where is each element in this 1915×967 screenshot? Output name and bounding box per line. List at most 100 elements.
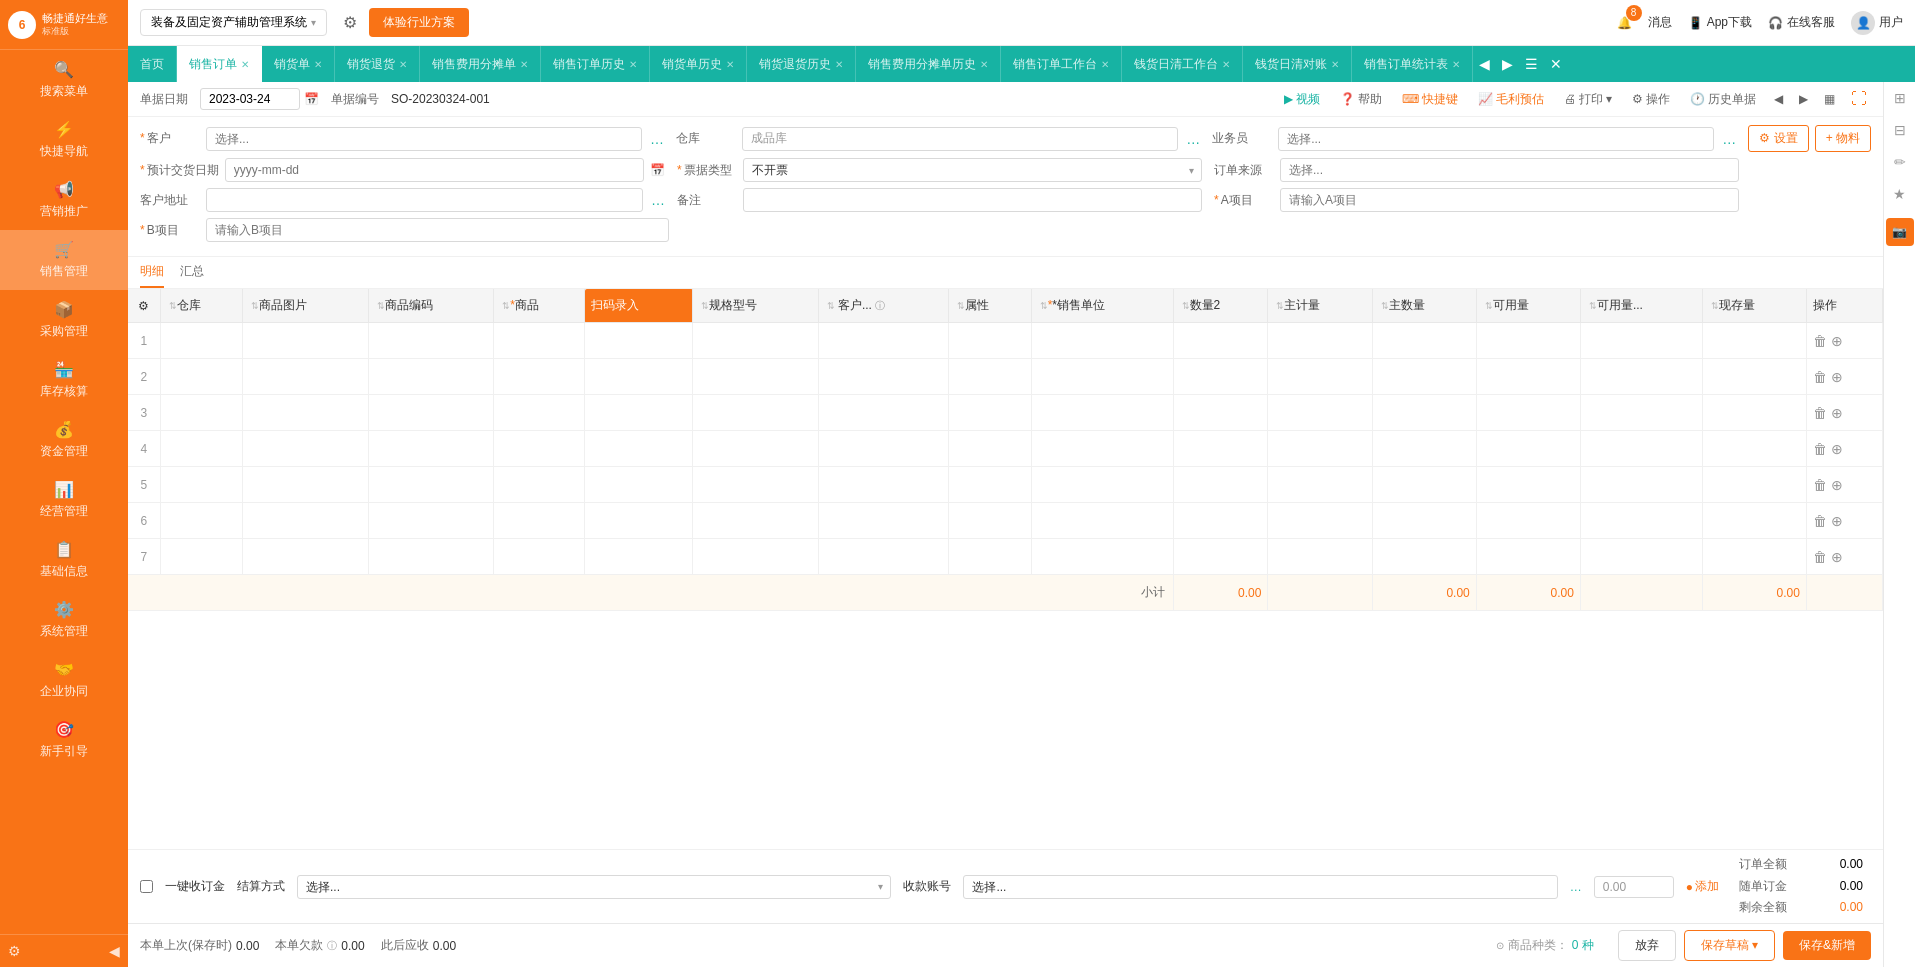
add-payment-btn[interactable]: ● 添加 <box>1686 878 1719 895</box>
row-warehouse[interactable] <box>160 467 243 503</box>
tab-prev-btn[interactable]: ◀ <box>1473 46 1496 82</box>
row-customer-code[interactable] <box>818 467 948 503</box>
right-panel-minus-icon[interactable]: ⊟ <box>1894 122 1906 138</box>
row-avail-qty[interactable] <box>1476 539 1580 575</box>
row-copy-icon[interactable]: ⊕ <box>1831 441 1843 457</box>
goods-count-value[interactable]: 0 种 <box>1572 937 1594 954</box>
one-click-checkbox[interactable] <box>140 880 153 893</box>
a-project-input[interactable] <box>1280 188 1739 212</box>
tab-close-icon[interactable]: ✕ <box>835 59 843 70</box>
row-code[interactable] <box>368 503 493 539</box>
row-warehouse[interactable] <box>160 503 243 539</box>
tab-sales-stat[interactable]: 销售订单统计表 ✕ <box>1352 46 1473 82</box>
row-qty2[interactable] <box>1173 431 1268 467</box>
right-panel-star-icon[interactable]: ★ <box>1893 186 1906 202</box>
tab-close-icon[interactable]: ✕ <box>314 59 322 70</box>
row-avail-qty[interactable] <box>1476 359 1580 395</box>
row-goods[interactable] <box>494 395 585 431</box>
tab-close-icon[interactable]: ✕ <box>629 59 637 70</box>
payment-method-select[interactable]: 选择... <box>297 875 891 899</box>
sidebar-item-sales[interactable]: 🛒 销售管理 <box>0 230 128 290</box>
row-avail-qty[interactable] <box>1476 395 1580 431</box>
row-main-unit[interactable] <box>1268 395 1372 431</box>
tab-sales-expense-hist[interactable]: 销售费用分摊单历史 ✕ <box>856 46 1001 82</box>
row-sales-unit[interactable] <box>1031 431 1173 467</box>
row-code[interactable] <box>368 359 493 395</box>
row-main-qty[interactable] <box>1372 323 1476 359</box>
print-btn[interactable]: 🖨 打印 ▾ <box>1558 89 1618 110</box>
tab-close-icon[interactable]: ✕ <box>399 59 407 70</box>
row-goods[interactable] <box>494 323 585 359</box>
view-btn[interactable]: ▶ 视频 <box>1278 89 1326 110</box>
payment-amount-input[interactable] <box>1594 876 1674 898</box>
row-qty2[interactable] <box>1173 467 1268 503</box>
row-code[interactable] <box>368 395 493 431</box>
row-image[interactable] <box>243 503 368 539</box>
tab-close-icon[interactable]: ✕ <box>1331 59 1339 70</box>
tab-sales-order[interactable]: 销售订单 ✕ <box>177 46 262 82</box>
row-image[interactable] <box>243 359 368 395</box>
note-input[interactable] <box>743 188 1202 212</box>
sidebar-item-inventory[interactable]: 🏪 库存核算 <box>0 350 128 410</box>
row-attr[interactable] <box>948 359 1031 395</box>
fullscreen-icon[interactable]: ⛶ <box>1847 90 1871 108</box>
sub-tab-detail[interactable]: 明细 <box>140 257 164 288</box>
row-copy-icon[interactable]: ⊕ <box>1831 333 1843 349</box>
row-delete-icon[interactable]: 🗑 <box>1813 477 1827 493</box>
row-spec[interactable] <box>693 503 818 539</box>
sidebar-collapse-icon[interactable]: ◀ <box>109 943 120 959</box>
row-delete-icon[interactable]: 🗑 <box>1813 549 1827 565</box>
row-qty2[interactable] <box>1173 359 1268 395</box>
row-sales-unit[interactable] <box>1031 539 1173 575</box>
row-image[interactable] <box>243 539 368 575</box>
row-qty2[interactable] <box>1173 539 1268 575</box>
warehouse-more-icon[interactable]: … <box>1186 131 1200 147</box>
row-image[interactable] <box>243 395 368 431</box>
right-panel-edit-icon[interactable]: ✏ <box>1894 154 1906 170</box>
row-avail-qty[interactable] <box>1476 431 1580 467</box>
row-code[interactable] <box>368 467 493 503</box>
tab-cash-reconcile[interactable]: 钱货日清对账 ✕ <box>1243 46 1352 82</box>
save-draft-button[interactable]: 保存草稿 ▾ <box>1684 930 1775 961</box>
row-attr[interactable] <box>948 503 1031 539</box>
add-goods-button[interactable]: + 物料 <box>1815 125 1871 152</box>
sub-tab-summary[interactable]: 汇总 <box>180 257 204 288</box>
tab-cash-daily[interactable]: 钱货日清工作台 ✕ <box>1122 46 1243 82</box>
row-avail-more[interactable] <box>1580 431 1702 467</box>
row-stock-qty[interactable] <box>1702 503 1806 539</box>
row-customer-code[interactable] <box>818 431 948 467</box>
row-attr[interactable] <box>948 467 1031 503</box>
b-project-input[interactable] <box>206 218 669 242</box>
save-new-button[interactable]: 保存&新增 <box>1783 931 1871 960</box>
row-sales-unit[interactable] <box>1031 467 1173 503</box>
row-spec[interactable] <box>693 323 818 359</box>
row-customer-code[interactable] <box>818 359 948 395</box>
row-avail-more[interactable] <box>1580 359 1702 395</box>
row-warehouse[interactable] <box>160 323 243 359</box>
row-avail-more[interactable] <box>1580 467 1702 503</box>
row-spec[interactable] <box>693 467 818 503</box>
row-main-unit[interactable] <box>1268 431 1372 467</box>
message-item[interactable]: 🔔 8 消息 <box>1617 14 1672 31</box>
row-delete-icon[interactable]: 🗑 <box>1813 405 1827 421</box>
right-panel-camera-icon[interactable]: 📷 <box>1886 218 1914 246</box>
row-delete-icon[interactable]: 🗑 <box>1813 369 1827 385</box>
sidebar-settings-icon[interactable]: ⚙ <box>8 943 21 959</box>
row-delete-icon[interactable]: 🗑 <box>1813 513 1827 529</box>
row-customer-code[interactable] <box>818 323 948 359</box>
row-copy-icon[interactable]: ⊕ <box>1831 513 1843 529</box>
row-sales-unit[interactable] <box>1031 503 1173 539</box>
tab-close-icon[interactable]: ✕ <box>520 59 528 70</box>
row-qty2[interactable] <box>1173 395 1268 431</box>
row-spec[interactable] <box>693 431 818 467</box>
address-input[interactable] <box>206 188 643 212</box>
row-avail-qty[interactable] <box>1476 323 1580 359</box>
solution-button[interactable]: 体验行业方案 <box>369 8 469 37</box>
row-spec[interactable] <box>693 539 818 575</box>
app-download-item[interactable]: 📱 App下载 <box>1688 14 1752 31</box>
sidebar-item-operations[interactable]: 📊 经营管理 <box>0 470 128 530</box>
row-delete-icon[interactable]: 🗑 <box>1813 441 1827 457</box>
address-more-icon[interactable]: … <box>651 192 665 208</box>
calendar-icon[interactable]: 📅 <box>650 163 665 177</box>
row-main-qty[interactable] <box>1372 539 1476 575</box>
